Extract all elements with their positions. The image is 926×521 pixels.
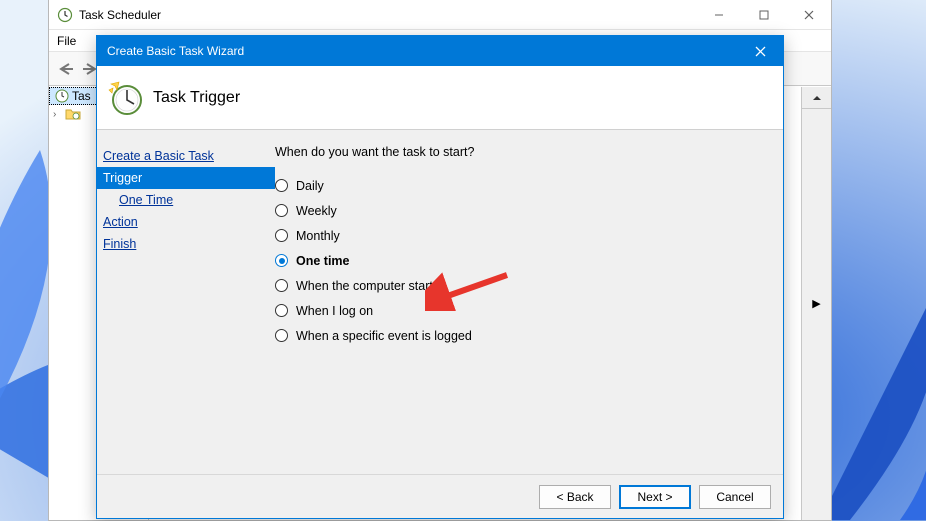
task-trigger-icon <box>105 78 145 118</box>
nav-step-create[interactable]: Create a Basic Task <box>97 145 275 167</box>
wizard-heading: Task Trigger <box>153 89 240 107</box>
radio-icon <box>275 204 288 217</box>
expand-icon[interactable]: › <box>53 109 65 120</box>
maximize-button[interactable] <box>741 0 786 30</box>
parent-title: Task Scheduler <box>79 8 161 22</box>
radio-startup[interactable]: When the computer starts <box>275 273 783 298</box>
nav-step-finish[interactable]: Finish <box>97 233 275 255</box>
radio-label: Weekly <box>296 204 337 218</box>
radio-label: One time <box>296 254 350 268</box>
radio-label: When the computer starts <box>296 279 439 293</box>
wizard-close-button[interactable] <box>738 36 783 66</box>
radio-icon <box>275 304 288 317</box>
nav-step-action[interactable]: Action <box>97 211 275 233</box>
trigger-question: When do you want the task to start? <box>275 145 783 159</box>
tree-root-label: Tas <box>72 89 91 103</box>
radio-label: When a specific event is logged <box>296 329 472 343</box>
wizard-body: Create a Basic Task Trigger One Time Act… <box>97 131 783 474</box>
radio-icon <box>275 279 288 292</box>
actions-pane: ▶ <box>801 87 831 520</box>
wizard-header: Task Trigger <box>97 66 783 130</box>
next-button[interactable]: Next > <box>619 485 691 509</box>
radio-weekly[interactable]: Weekly <box>275 198 783 223</box>
wizard-footer: < Back Next > Cancel <box>97 474 783 518</box>
radio-icon <box>275 229 288 242</box>
back-button[interactable]: < Back <box>539 485 611 509</box>
actions-header <box>802 87 831 109</box>
wizard-titlebar: Create Basic Task Wizard <box>97 36 783 66</box>
minimize-button[interactable] <box>696 0 741 30</box>
radio-label: When I log on <box>296 304 373 318</box>
folder-icon <box>65 106 81 122</box>
radio-icon <box>275 329 288 342</box>
wizard-content: When do you want the task to start? Dail… <box>275 131 783 474</box>
scroll-right-icon[interactable]: ▶ <box>802 297 831 310</box>
clock-icon <box>57 7 73 23</box>
parent-window-controls <box>696 0 831 30</box>
radio-event[interactable]: When a specific event is logged <box>275 323 783 348</box>
menu-file[interactable]: File <box>57 34 76 48</box>
radio-onetime[interactable]: One time <box>275 248 783 273</box>
radio-icon <box>275 179 288 192</box>
wizard-title: Create Basic Task Wizard <box>107 44 244 58</box>
clock-icon <box>54 88 70 104</box>
radio-monthly[interactable]: Monthly <box>275 223 783 248</box>
create-basic-task-wizard: Create Basic Task Wizard Task Trigger Cr… <box>96 35 784 519</box>
wizard-nav: Create a Basic Task Trigger One Time Act… <box>97 131 275 474</box>
nav-back-icon[interactable] <box>54 57 78 81</box>
radio-logon[interactable]: When I log on <box>275 298 783 323</box>
cancel-button[interactable]: Cancel <box>699 485 771 509</box>
parent-titlebar: Task Scheduler <box>49 0 831 30</box>
nav-step-trigger[interactable]: Trigger <box>97 167 275 189</box>
radio-label: Daily <box>296 179 324 193</box>
parent-close-button[interactable] <box>786 0 831 30</box>
radio-daily[interactable]: Daily <box>275 173 783 198</box>
nav-step-onetime[interactable]: One Time <box>97 189 275 211</box>
radio-icon <box>275 254 288 267</box>
radio-label: Monthly <box>296 229 340 243</box>
